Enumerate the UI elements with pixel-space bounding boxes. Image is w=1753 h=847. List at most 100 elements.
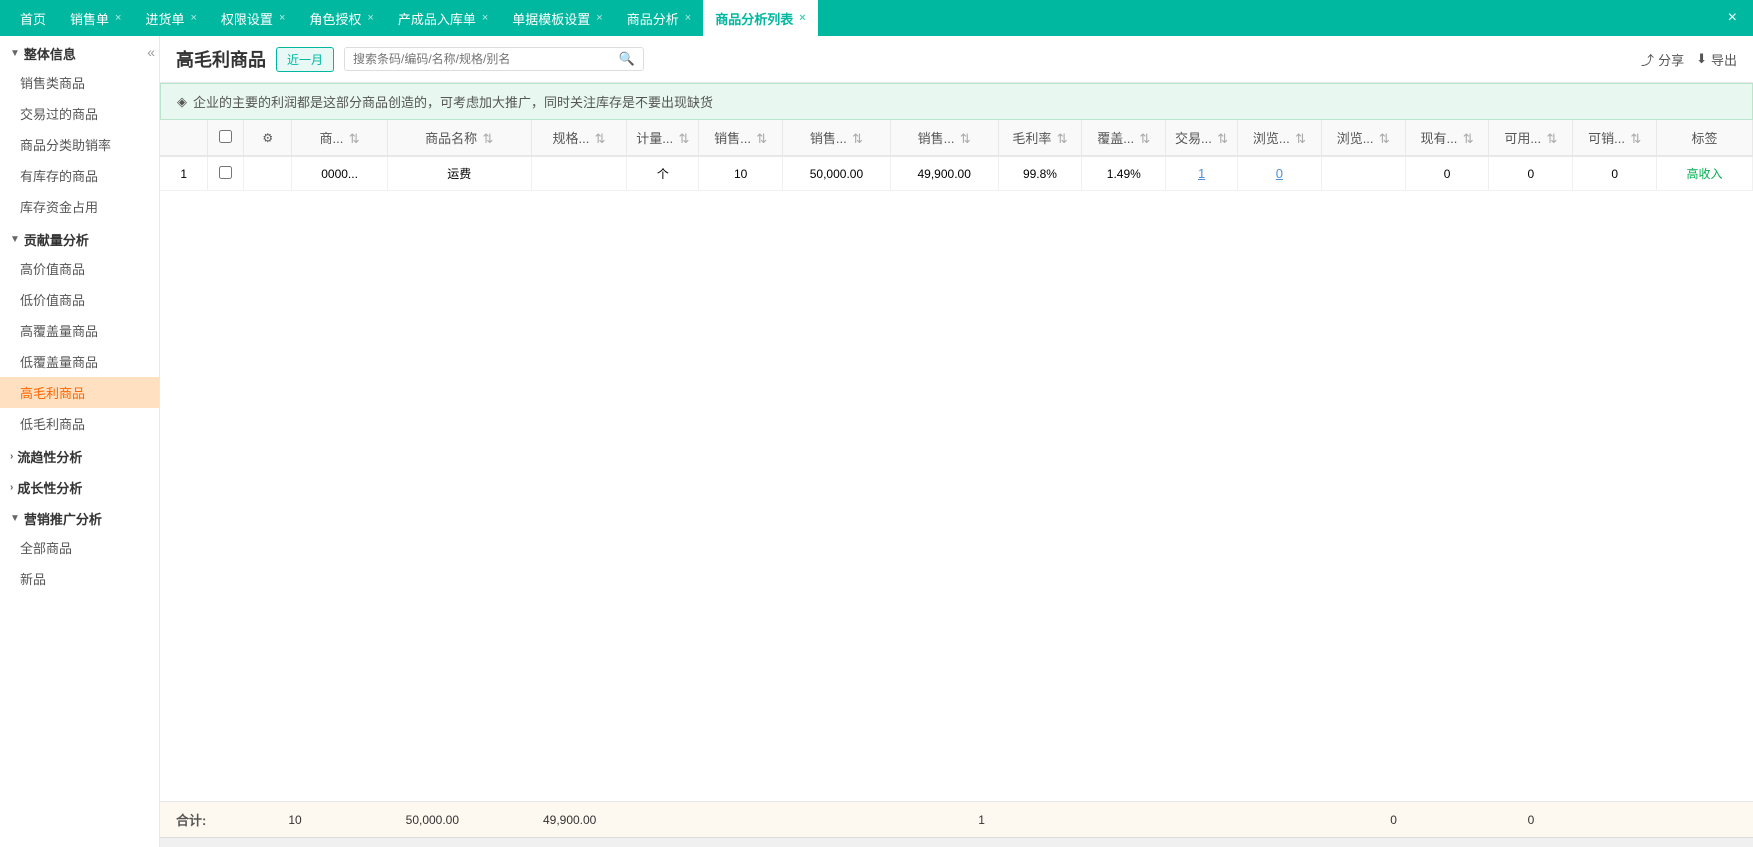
col-header-cover[interactable]: 覆盖... ⇅: [1082, 120, 1166, 156]
row-checkbox[interactable]: [219, 166, 232, 179]
sidebar-item-high-value[interactable]: 高价值商品: [0, 253, 159, 284]
col-header-sales-qty[interactable]: 销售... ⇅: [699, 120, 783, 156]
tab-sales[interactable]: 销售单 ×: [58, 0, 133, 36]
cell-check[interactable]: [208, 156, 244, 191]
cell-browse1[interactable]: 0: [1238, 156, 1322, 191]
summary-available: 0: [1462, 813, 1599, 827]
search-input[interactable]: [353, 52, 615, 66]
sort-icon-margin: ⇅: [1057, 131, 1068, 146]
sidebar-item-high-margin[interactable]: 高毛利商品: [0, 377, 159, 408]
sidebar-item-sales-goods[interactable]: 销售类商品: [0, 67, 159, 98]
tab-sales-close[interactable]: ×: [115, 12, 121, 24]
sidebar-item-category-rate[interactable]: 商品分类助销率: [0, 129, 159, 160]
sidebar-item-high-coverage[interactable]: 高覆盖量商品: [0, 315, 159, 346]
col-header-available[interactable]: 可用... ⇅: [1489, 120, 1573, 156]
tab-permission-label: 权限设置: [221, 9, 273, 28]
col-header-num: [160, 120, 208, 156]
arrow-marketing: ▼: [10, 513, 20, 524]
search-box[interactable]: 🔍: [344, 47, 644, 71]
tab-permission-close[interactable]: ×: [279, 12, 285, 24]
sidebar-item-new-goods[interactable]: 新品: [0, 563, 159, 594]
tab-purchase[interactable]: 进货单 ×: [133, 0, 208, 36]
cell-settings: [244, 156, 292, 191]
col-header-name[interactable]: 商品名称 ⇅: [387, 120, 531, 156]
sidebar-group-contribution[interactable]: ▼ 贡献量分析: [0, 222, 159, 253]
sidebar-item-low-value[interactable]: 低价值商品: [0, 284, 159, 315]
sidebar-item-all-goods[interactable]: 全部商品: [0, 532, 159, 563]
header-actions: ⤴ 分享 ⬇ 导出: [1641, 50, 1737, 69]
col-header-code[interactable]: 商... ⇅: [292, 120, 388, 156]
sidebar-item-stock-goods[interactable]: 有库存的商品: [0, 160, 159, 191]
col-header-current[interactable]: 现有... ⇅: [1405, 120, 1489, 156]
tab-template[interactable]: 单据模板设置 ×: [500, 0, 614, 36]
col-header-browse1[interactable]: 浏览... ⇅: [1238, 120, 1322, 156]
tab-goods-analysis-close[interactable]: ×: [685, 12, 691, 24]
sidebar-item-stock-capital[interactable]: 库存资金占用: [0, 191, 159, 222]
content-area: 高毛利商品 近一月 🔍 ⤴ 分享 ⬇ 导出 ◈ 企业的主要的利润都是这部分商品创…: [160, 36, 1753, 847]
cell-tag: 高收入: [1657, 156, 1753, 191]
trade-link[interactable]: 1: [1198, 166, 1205, 181]
sidebar-item-low-margin[interactable]: 低毛利商品: [0, 408, 159, 439]
sidebar-group-overall[interactable]: ▼ 整体信息: [0, 36, 159, 67]
tab-product-warehouse-close[interactable]: ×: [482, 12, 488, 24]
summary-empty3: [1050, 813, 1187, 827]
col-header-settings[interactable]: ⚙: [244, 120, 292, 156]
sort-icon-spec: ⇅: [595, 131, 606, 146]
tab-purchase-close[interactable]: ×: [190, 12, 196, 24]
tab-purchase-label: 进货单: [145, 9, 184, 28]
col-header-browse2[interactable]: 浏览... ⇅: [1321, 120, 1405, 156]
goods-table: ⚙ 商... ⇅ 商品名称 ⇅ 规格... ⇅: [160, 120, 1753, 191]
sidebar-group-growth[interactable]: › 成长性分析: [0, 470, 159, 501]
col-header-tag: 标签: [1657, 120, 1753, 156]
col-header-margin[interactable]: 毛利率 ⇅: [998, 120, 1082, 156]
tab-role[interactable]: 角色授权 ×: [297, 0, 385, 36]
tab-goods-analysis-list[interactable]: 商品分析列表 ×: [703, 0, 817, 36]
share-button[interactable]: ⤴ 分享: [1641, 50, 1684, 69]
sort-icon-sales-amt: ⇅: [852, 131, 863, 146]
tab-template-close[interactable]: ×: [596, 12, 602, 24]
export-button[interactable]: ⬇ 导出: [1696, 50, 1737, 69]
cell-sales-amt: 50,000.00: [783, 156, 891, 191]
col-header-check[interactable]: [208, 120, 244, 156]
horizontal-scrollbar[interactable]: [160, 837, 1753, 847]
col-header-sales-amt[interactable]: 销售... ⇅: [783, 120, 891, 156]
sidebar-item-low-coverage[interactable]: 低覆盖量商品: [0, 346, 159, 377]
tab-home-label: 首页: [20, 9, 46, 28]
summary-cells: 10 50,000.00 49,900.00 1 0 0: [226, 813, 1737, 827]
sidebar-group-marketing[interactable]: ▼ 营销推广分析: [0, 501, 159, 532]
sidebar-group-trend-label: 流趋性分析: [17, 447, 82, 466]
sidebar-group-trend[interactable]: › 流趋性分析: [0, 439, 159, 470]
table-container[interactable]: ⚙ 商... ⇅ 商品名称 ⇅ 规格... ⇅: [160, 120, 1753, 801]
tab-role-close[interactable]: ×: [367, 12, 373, 24]
sidebar-item-traded-goods[interactable]: 交易过的商品: [0, 98, 159, 129]
tab-goods-analysis[interactable]: 商品分析 ×: [615, 0, 703, 36]
sidebar-collapse-button[interactable]: «: [147, 44, 155, 60]
sidebar-group-growth-label: 成长性分析: [17, 478, 82, 497]
search-icon[interactable]: 🔍: [619, 51, 635, 67]
table-header-row: ⚙ 商... ⇅ 商品名称 ⇅ 规格... ⇅: [160, 120, 1753, 156]
select-all-checkbox[interactable]: [219, 130, 232, 143]
col-header-trade[interactable]: 交易... ⇅: [1166, 120, 1238, 156]
tab-permission[interactable]: 权限设置 ×: [209, 0, 297, 36]
export-label: 导出: [1711, 50, 1737, 69]
cell-unit: 个: [627, 156, 699, 191]
sort-icon-current: ⇅: [1463, 131, 1474, 146]
tab-home[interactable]: 首页: [8, 0, 58, 36]
browse1-link[interactable]: 0: [1276, 166, 1283, 181]
table-row[interactable]: 1 0000... 运费 个 10 50,000.00 49,900.00 99…: [160, 156, 1753, 191]
summary-empty2: [776, 813, 913, 827]
tab-product-warehouse[interactable]: 产成品入库单 ×: [386, 0, 500, 36]
col-header-saleable[interactable]: 可销... ⇅: [1573, 120, 1657, 156]
col-header-unit[interactable]: 计量... ⇅: [627, 120, 699, 156]
sort-icon-available: ⇅: [1547, 131, 1558, 146]
col-header-sales-profit[interactable]: 销售... ⇅: [890, 120, 998, 156]
filter-recent-month-button[interactable]: 近一月: [276, 47, 334, 72]
window-close-button[interactable]: ×: [1720, 9, 1745, 27]
col-header-spec[interactable]: 规格... ⇅: [531, 120, 627, 156]
summary-label: 合计:: [176, 810, 206, 829]
cell-margin: 99.8%: [998, 156, 1082, 191]
tab-goods-analysis-list-close[interactable]: ×: [799, 12, 805, 24]
tab-product-warehouse-label: 产成品入库单: [398, 9, 476, 28]
export-icon: ⬇: [1696, 51, 1707, 67]
cell-trade[interactable]: 1: [1166, 156, 1238, 191]
